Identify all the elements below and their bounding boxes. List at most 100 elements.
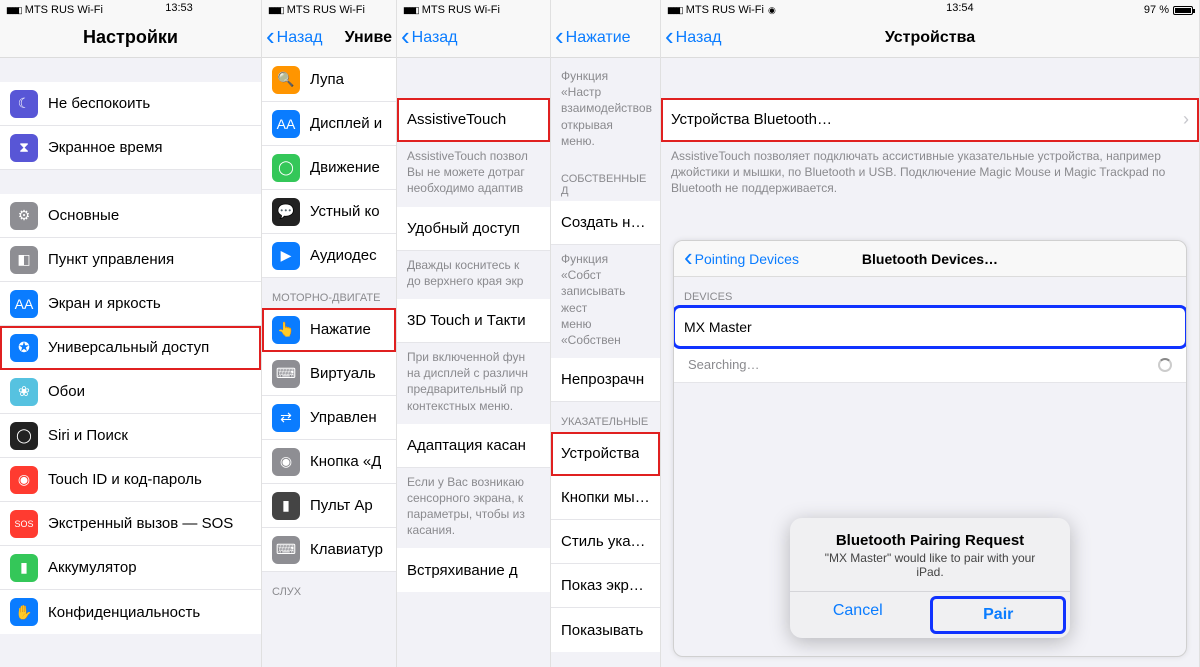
battery-icon: ▮ — [10, 554, 38, 582]
row-screentime[interactable]: ⧗Экранное время — [0, 126, 261, 170]
status-bar: MTS RUS Wi-Fi — [262, 0, 396, 18]
page-title: Устройства — [661, 29, 1199, 47]
switch-icon: ⇄ — [272, 404, 300, 432]
row-keyboard[interactable]: ⌨Клавиатур — [262, 528, 396, 572]
back-button[interactable]: Pointing Devices — [684, 251, 799, 267]
row-assistivetouch[interactable]: AssistiveTouch — [397, 98, 550, 142]
row-siri[interactable]: ◯Siri и Поиск — [0, 414, 261, 458]
row-devices[interactable]: Устройства — [551, 432, 660, 476]
row-touch[interactable]: 👆Нажатие — [262, 308, 396, 352]
row-general[interactable]: ⚙Основные — [0, 194, 261, 238]
spinner-icon — [1158, 358, 1172, 372]
navbar-bt-devices: Pointing Devices Bluetooth Devices… — [674, 241, 1186, 277]
carrier-label: MTS RUS Wi-Fi — [25, 4, 103, 16]
page-title: Униве — [345, 29, 392, 47]
alert-message: "MX Master" would like to pair with your… — [790, 551, 1070, 591]
back-button[interactable]: Назад — [266, 29, 323, 47]
status-time: 13:54 — [946, 2, 974, 18]
cancel-button[interactable]: Cancel — [790, 592, 926, 638]
switches-icon: ◧ — [10, 246, 38, 274]
text-size-icon: AA — [10, 290, 38, 318]
row-control-center[interactable]: ◧Пункт управления — [0, 238, 261, 282]
remote-icon: ▮ — [272, 492, 300, 520]
row-shake-to-undo[interactable]: Встряхивание д — [397, 548, 550, 592]
row-magnifier[interactable]: 🔍Лупа — [262, 58, 396, 102]
touch-icon: 👆 — [272, 316, 300, 344]
row-privacy[interactable]: ✋Конфиденциальность — [0, 590, 261, 634]
back-button[interactable]: Назад — [401, 29, 458, 47]
row-show-screen[interactable]: Показ экранн — [551, 564, 660, 608]
carrier-label: MTS RUS Wi-Fi — [287, 4, 365, 16]
sos-icon: SOS — [10, 510, 38, 538]
row-mouse-buttons[interactable]: Кнопки мыши — [551, 476, 660, 520]
row-apple-tv-remote[interactable]: ▮Пульт Ap — [262, 484, 396, 528]
page-title: Настройки — [4, 27, 257, 48]
navbar-assistivetouch: Нажатие — [551, 18, 660, 58]
text-size-icon: AA — [272, 110, 300, 138]
row-accessibility[interactable]: ✪Универсальный доступ — [0, 326, 261, 370]
audio-desc-icon: ▶ — [272, 242, 300, 270]
row-opacity[interactable]: Непрозрачн — [551, 358, 660, 402]
panel-assistivetouch: Нажатие Функция «Настр взаимодействов от… — [551, 0, 661, 667]
keyboard-icon: ⌨ — [272, 360, 300, 388]
status-time: 13:53 — [165, 2, 193, 18]
row-home-button[interactable]: ◉Кнопка «Д — [262, 440, 396, 484]
status-bar: MTS RUS Wi-Fi — [397, 0, 550, 18]
row-bt-device[interactable]: MX Master — [674, 307, 1186, 347]
note-accommodation: Если у Вас возникаю сенсорного экрана, к… — [397, 468, 550, 549]
pair-button[interactable]: Pair — [930, 596, 1067, 634]
back-button[interactable]: Нажатие — [555, 29, 631, 47]
row-show-always[interactable]: Показывать — [551, 608, 660, 652]
note-top: Функция «Настр взаимодействов открывая м… — [551, 58, 660, 159]
hand-icon: ✋ — [10, 598, 38, 626]
speech-icon: 💬 — [272, 198, 300, 226]
signal-icon — [403, 4, 418, 16]
row-battery[interactable]: ▮Аккумулятор — [0, 546, 261, 590]
magnifier-icon: 🔍 — [272, 66, 300, 94]
row-touch-accommodation[interactable]: Адаптация касан — [397, 424, 550, 468]
panel-bt-devices: Pointing Devices Bluetooth Devices… DEVI… — [673, 240, 1187, 657]
group-header-motor: МОТОРНО-ДВИГАТЕ — [262, 278, 396, 308]
row-audio-desc[interactable]: ▶Аудиодес — [262, 234, 396, 278]
row-wallpaper[interactable]: ❀Обои — [0, 370, 261, 414]
flower-icon: ❀ — [10, 378, 38, 406]
status-bar: MTS RUS Wi-Fi 13:53 — [0, 0, 261, 18]
row-dnd[interactable]: ☾Не беспокоить — [0, 82, 261, 126]
row-sos[interactable]: SOSЭкстренный вызов — SOS — [0, 502, 261, 546]
moon-icon: ☾ — [10, 90, 38, 118]
row-switch-control[interactable]: ⇄Управлен — [262, 396, 396, 440]
status-bar — [551, 0, 660, 18]
group-header-pointer: УКАЗАТЕЛЬНЫЕ — [551, 402, 660, 432]
carrier-label: MTS RUS Wi-Fi — [686, 4, 764, 16]
row-pointer-style[interactable]: Стиль указат — [551, 520, 660, 564]
back-button[interactable]: Назад — [665, 29, 722, 47]
signal-icon — [268, 4, 283, 16]
row-touch-id[interactable]: ◉Touch ID и код-пароль — [0, 458, 261, 502]
group-header-devices: DEVICES — [674, 277, 1186, 307]
status-bar: MTS RUS Wi-Fi 13:54 97 % — [661, 0, 1199, 18]
row-spoken[interactable]: 💬Устный ко — [262, 190, 396, 234]
row-create-new[interactable]: Создать новь — [551, 201, 660, 245]
motion-icon: ◯ — [272, 154, 300, 182]
battery-icon — [1173, 6, 1193, 15]
panel-touch: MTS RUS Wi-Fi Назад AssistiveTouch Assis… — [397, 0, 551, 667]
navbar-devices: Назад Устройства — [661, 18, 1199, 58]
alert-pairing: Bluetooth Pairing Request "MX Master" wo… — [790, 518, 1070, 638]
row-bt-devices[interactable]: Устройства Bluetooth…› — [661, 98, 1199, 142]
hourglass-icon: ⧗ — [10, 134, 38, 162]
signal-icon — [6, 4, 21, 16]
row-motion[interactable]: ◯Движение — [262, 146, 396, 190]
group-header-hearing: СЛУХ — [262, 572, 396, 602]
siri-icon: ◯ — [10, 422, 38, 450]
accessibility-icon: ✪ — [10, 334, 38, 362]
row-reachability[interactable]: Удобный доступ — [397, 207, 550, 251]
row-3dtouch[interactable]: 3D Touch и Такти — [397, 299, 550, 343]
panel-settings: MTS RUS Wi-Fi 13:53 Настройки ☾Не беспок… — [0, 0, 262, 667]
alert-title: Bluetooth Pairing Request — [790, 518, 1070, 551]
row-virtual-kb[interactable]: ⌨Виртуаль — [262, 352, 396, 396]
row-display-brightness[interactable]: AAЭкран и яркость — [0, 282, 261, 326]
row-display-text[interactable]: AAДисплей и — [262, 102, 396, 146]
note-own: Функция «Собст записывать жест меню «Соб… — [551, 245, 660, 358]
carrier-label: MTS RUS Wi-Fi — [422, 4, 500, 16]
panel-accessibility: MTS RUS Wi-Fi Назад Униве 🔍Лупа AAДиспле… — [262, 0, 397, 667]
